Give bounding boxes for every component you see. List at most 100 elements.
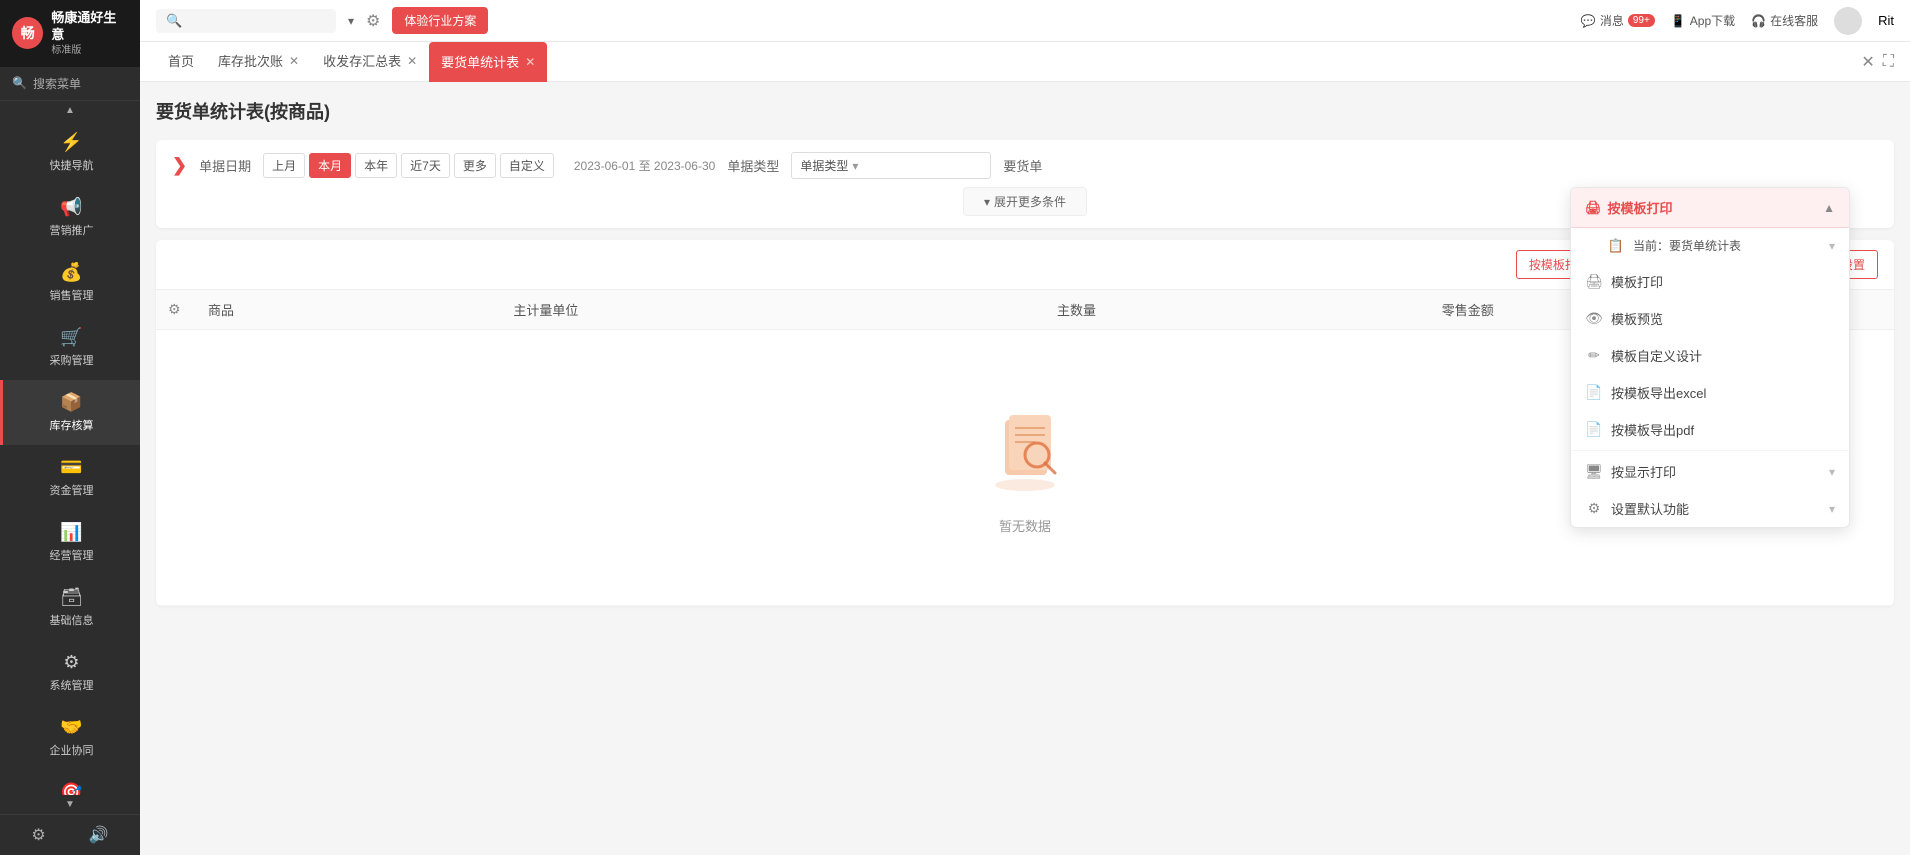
dropdown-item-template-preview[interactable]: 👁 模板预览: [1571, 300, 1849, 337]
sidebar-item-basic[interactable]: 🗃 基础信息: [0, 575, 140, 640]
header-search-box[interactable]: 🔍: [156, 9, 336, 33]
cooperation-icon: 🤝: [60, 717, 82, 738]
sidebar-sound-btn[interactable]: 🔊: [89, 825, 109, 845]
sidebar-item-guide[interactable]: 🎯 新手引导: [0, 770, 140, 795]
purchase-icon: 🛒: [60, 327, 82, 348]
sidebar-item-cooperation-label: 企业协同: [50, 742, 94, 758]
header-dropdown[interactable]: ▾: [348, 14, 354, 28]
dropdown-collapse-btn[interactable]: ▲: [1823, 201, 1835, 215]
user-avatar[interactable]: [1834, 7, 1862, 35]
app-title: 畅康通好生意: [51, 10, 128, 44]
sidebar-search-label: 搜索菜单: [33, 75, 81, 92]
order-type-arrow-icon: ▾: [852, 159, 858, 173]
set-default-label: 设置默认功能: [1611, 499, 1821, 518]
sidebar-item-purchase[interactable]: 🛒 采购管理: [0, 315, 140, 380]
date-btn-more[interactable]: 更多: [454, 153, 496, 178]
expand-more-label: 展开更多条件: [994, 193, 1066, 210]
sales-icon: 💰: [60, 262, 82, 283]
dropdown-divider-1: [1571, 450, 1849, 451]
tab-order-stats-close[interactable]: ✕: [525, 55, 535, 69]
date-range-display: 2023-06-01 至 2023-06-30: [574, 157, 715, 174]
dropdown-item-template-print[interactable]: 🖨 模板打印: [1571, 263, 1849, 300]
sidebar-item-operations-label: 经营管理: [50, 547, 94, 563]
sidebar-item-inventory[interactable]: 📦 库存核算: [0, 380, 140, 445]
sidebar-search[interactable]: 🔍 搜索菜单: [0, 67, 140, 101]
tab-bar: 首页 库存批次账 ✕ 收发存汇总表 ✕ 要货单统计表 ✕ ✕ ⛶: [140, 42, 1910, 82]
tab-home[interactable]: 首页: [156, 42, 206, 82]
sidebar-item-sales[interactable]: 💰 销售管理: [0, 250, 140, 315]
template-custom-icon: ✏: [1585, 347, 1603, 364]
tab-batch-account-label: 库存批次账: [218, 51, 283, 70]
template-print-label: 模板打印: [1611, 272, 1835, 291]
dropdown-item-export-excel[interactable]: 📄 按模板导出excel: [1571, 374, 1849, 411]
tab-batch-account-close[interactable]: ✕: [289, 54, 299, 68]
col-product: 商品: [196, 290, 501, 330]
dropdown-item-template-custom[interactable]: ✏ 模板自定义设计: [1571, 337, 1849, 374]
trial-btn[interactable]: 体验行业方案: [392, 7, 488, 34]
dropdown-item-set-default[interactable]: ⚙ 设置默认功能 ▾: [1571, 490, 1849, 527]
sidebar-item-system[interactable]: ⚙ 系统管理: [0, 640, 140, 705]
display-print-label: 按显示打印: [1611, 462, 1821, 481]
sidebar-item-marketing[interactable]: 📢 营销推广: [0, 185, 140, 250]
app-logo-text: 畅康通好生意 标准版: [51, 10, 128, 57]
tab-order-stats[interactable]: 要货单统计表 ✕: [429, 42, 547, 82]
marketing-icon: 📢: [60, 197, 82, 218]
dropdown-current-template[interactable]: 📋 当前：要货单统计表 ▾: [1571, 228, 1849, 263]
tab-receipt-summary-close[interactable]: ✕: [407, 54, 417, 68]
tab-home-label: 首页: [168, 51, 194, 70]
sidebar-settings-btn[interactable]: ⚙: [31, 825, 45, 845]
template-preview-icon: 👁: [1585, 310, 1603, 327]
date-btn-current-year[interactable]: 本年: [355, 153, 397, 178]
header-message-item[interactable]: 💬 消息 99+: [1581, 12, 1655, 29]
filter-row: ❯ 单据日期 上月 本月 本年 近7天 更多 自定义 2023-06-01 至 …: [172, 152, 1878, 179]
tab-batch-account[interactable]: 库存批次账 ✕: [206, 42, 311, 82]
empty-text: 暂无数据: [999, 516, 1051, 535]
order-type-select[interactable]: 单据类型 ▾: [791, 152, 991, 179]
service-icon: 🎧: [1751, 14, 1766, 28]
template-icon: 📋: [1607, 238, 1625, 254]
tab-receipt-summary[interactable]: 收发存汇总表 ✕: [311, 42, 429, 82]
set-default-icon: ⚙: [1585, 500, 1603, 517]
header-online-service[interactable]: 🎧 在线客服: [1751, 12, 1818, 29]
header-app-download[interactable]: 📱 App下载: [1671, 12, 1735, 29]
header-msg-label: 消息: [1600, 12, 1624, 29]
header-left: 🔍 ▾ ⚙ 体验行业方案: [156, 7, 488, 34]
tab-close-all-btn[interactable]: ✕: [1861, 52, 1874, 72]
sidebar-item-quick-nav[interactable]: ⚡ 快捷导航: [0, 120, 140, 185]
dropdown-header: 🖨 按模板打印 ▲: [1571, 188, 1849, 228]
header-settings-icon[interactable]: ⚙: [366, 11, 380, 31]
display-print-arrow-icon: ▾: [1829, 465, 1835, 479]
sidebar-scroll-down[interactable]: ▼: [0, 795, 140, 814]
template-preview-label: 模板预览: [1611, 309, 1835, 328]
header-search-input[interactable]: [188, 14, 308, 28]
dropdown-item-display-print[interactable]: 🖥 按显示打印 ▾: [1571, 453, 1849, 490]
sidebar-item-finance-label: 资金管理: [50, 482, 94, 498]
dropdown-item-export-pdf[interactable]: 📄 按模板导出pdf: [1571, 411, 1849, 448]
sidebar-scroll-up[interactable]: ▲: [0, 101, 140, 120]
date-btn-custom[interactable]: 自定义: [500, 153, 554, 178]
sidebar-footer: ⚙ 🔊: [0, 814, 140, 855]
header-search-icon: 🔍: [166, 13, 182, 29]
main-area: 🔍 ▾ ⚙ 体验行业方案 💬 消息 99+ 📱 App下载 🎧 在线客服: [140, 0, 1910, 855]
template-print-icon: 🖨: [1585, 273, 1603, 290]
export-excel-label: 按模板导出excel: [1611, 383, 1835, 402]
sidebar-item-operations[interactable]: 📊 经营管理: [0, 510, 140, 575]
date-btn-current-month[interactable]: 本月: [309, 153, 351, 178]
tab-maximize-btn[interactable]: ⛶: [1883, 52, 1894, 72]
page-title: 要货单统计表(按商品): [156, 98, 1894, 124]
empty-illustration: [975, 400, 1075, 500]
sidebar-item-quick-nav-label: 快捷导航: [50, 157, 94, 173]
dropdown-header-left: 🖨 按模板打印: [1585, 198, 1673, 217]
expand-more-btn[interactable]: ▾ 展开更多条件: [963, 187, 1087, 216]
date-btn-last-month[interactable]: 上月: [263, 153, 305, 178]
sidebar-item-finance[interactable]: 💳 资金管理: [0, 445, 140, 510]
date-btn-last-7-days[interactable]: 近7天: [401, 153, 450, 178]
column-settings-icon[interactable]: ⚙: [168, 301, 181, 317]
filter-expand-btn[interactable]: ❯: [172, 155, 187, 176]
current-template-label: 当前：要货单统计表: [1633, 237, 1821, 254]
print-dropdown: 🖨 按模板打印 ▲ 📋 当前：要货单统计表 ▾ 🖨 模板打印 👁 模板预览: [1570, 187, 1850, 528]
sidebar-item-cooperation[interactable]: 🤝 企业协同: [0, 705, 140, 770]
sidebar-logo: 畅 畅康通好生意 标准版: [0, 0, 140, 67]
col-unit: 主计量单位: [501, 290, 1045, 330]
tab-receipt-summary-label: 收发存汇总表: [323, 51, 401, 70]
